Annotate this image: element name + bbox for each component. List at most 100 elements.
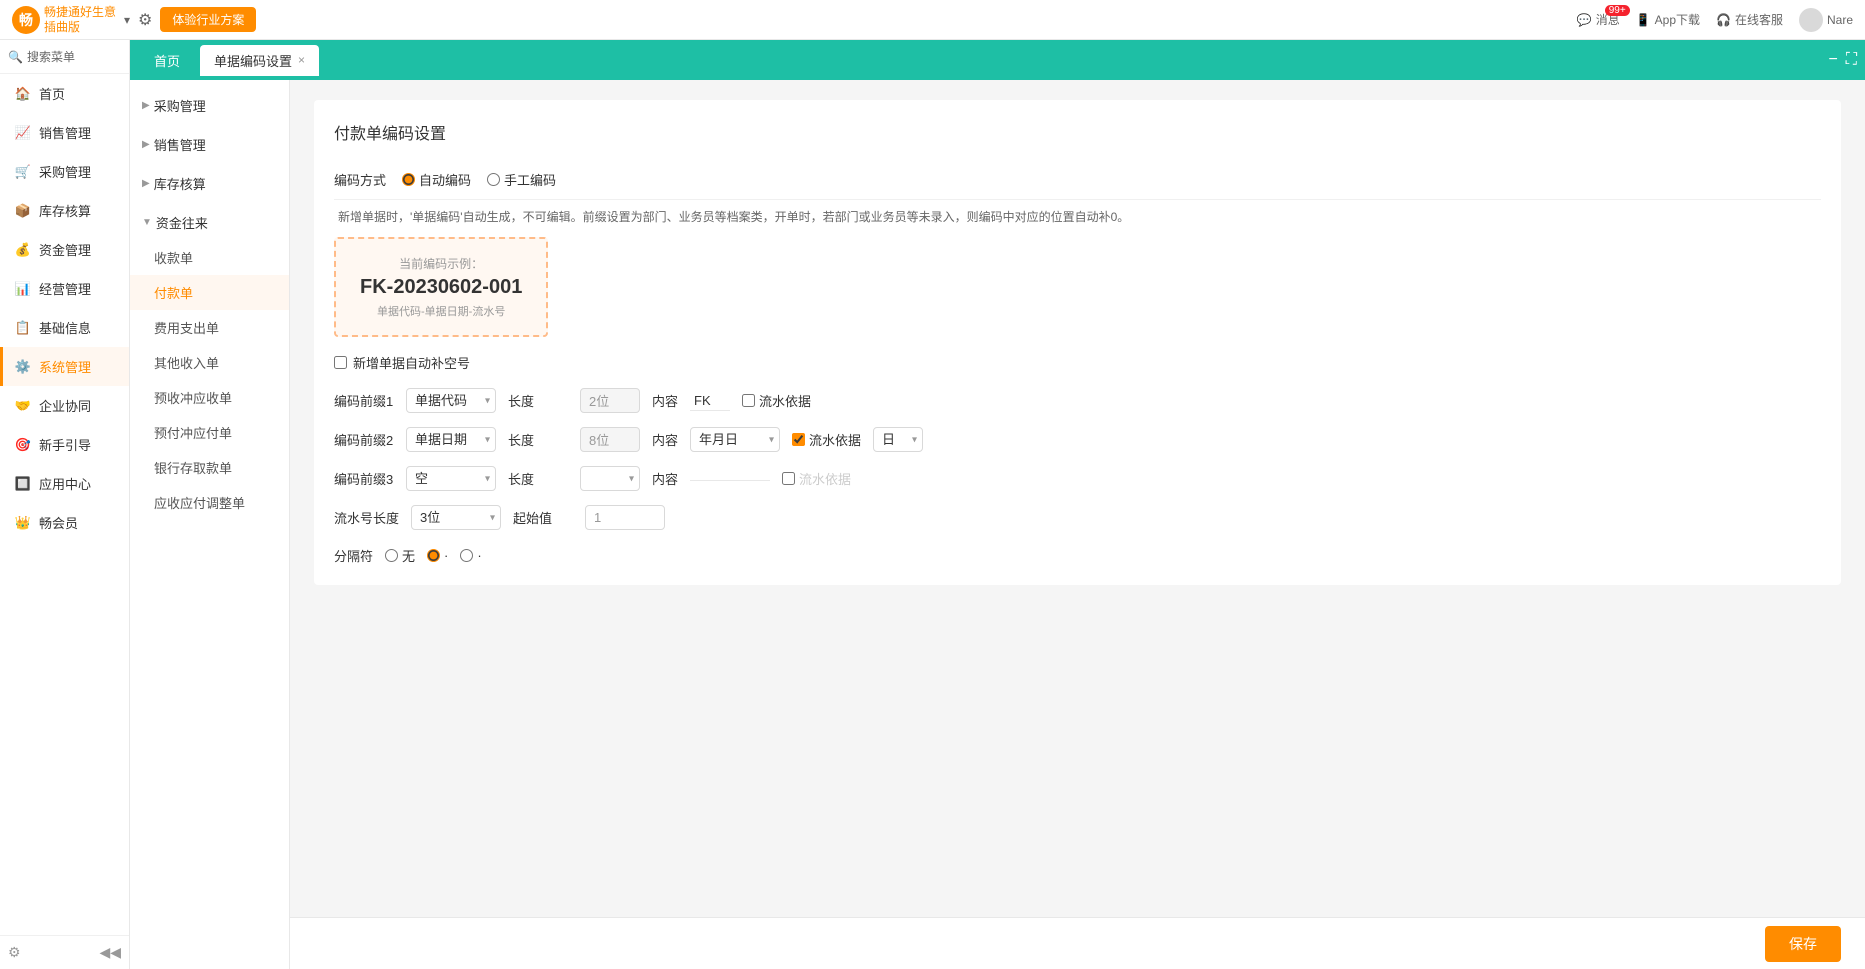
manual-code-radio-label[interactable]: 手工编码	[487, 170, 556, 189]
sidebar-item-member[interactable]: 👑 畅会员	[0, 503, 129, 542]
group-purchase: ▶ 采购管理	[130, 88, 289, 123]
sidebar-item-apps[interactable]: 🔲 应用中心	[0, 464, 129, 503]
experience-btn[interactable]: 体验行业方案	[160, 7, 256, 32]
prefix-1-select[interactable]: 单据代码	[406, 388, 496, 413]
save-button[interactable]: 保存	[1765, 926, 1841, 962]
purchase-icon: 🛒	[15, 164, 31, 180]
top-bar-left: 畅 畅捷通好生意 插曲版 ▾ ⚙ 体验行业方案	[12, 5, 256, 34]
auto-fill-checkbox[interactable]	[334, 356, 347, 369]
basic-icon: 📋	[15, 320, 31, 336]
stream-1-checkbox[interactable]	[742, 394, 755, 407]
system-icon: ⚙️	[15, 359, 31, 375]
prefix-row-3: 编码前缀3 空 长度	[334, 466, 1821, 491]
content-2-select-wrapper: 年月日	[690, 427, 780, 452]
group-capital-header[interactable]: ▼ 资金往来	[130, 205, 289, 240]
sidebar-item-sales[interactable]: 📈 销售管理	[0, 113, 129, 152]
chevron-right-icon: ▶	[142, 178, 150, 189]
separator-none-radio[interactable]	[385, 549, 398, 562]
sidebar-item-enterprise[interactable]: 🤝 企业协同	[0, 386, 129, 425]
group-capital: ▼ 资金往来 收款单 付款单 费用支出单 其他收入单 预收冲应收单 预付冲应付单…	[130, 205, 289, 520]
stream-3-checkbox-label[interactable]: 流水依据	[782, 469, 851, 488]
serial-length-select[interactable]: 3位	[411, 505, 501, 530]
second-sidebar-item-bank[interactable]: 银行存取款单	[130, 450, 289, 485]
newguide-icon: 🎯	[15, 437, 31, 453]
sidebar-item-purchase[interactable]: 🛒 采购管理	[0, 152, 129, 191]
group-inventory-header[interactable]: ▶ 库存核算	[130, 166, 289, 201]
content-2-select[interactable]: 年月日	[690, 427, 780, 452]
second-sidebar-item-receipt[interactable]: 收款单	[130, 240, 289, 275]
logo-area: 畅 畅捷通好生意 插曲版	[12, 5, 116, 34]
stream-3-checkbox[interactable]	[782, 472, 795, 485]
preview-box: 当前编码示例： FK-20230602-001 单据代码-单据日期-流水号	[334, 237, 548, 337]
avatar	[1799, 8, 1823, 32]
top-bar-right: 💬 消息 99+ 📱 App下载 🎧 在线客服 Nare	[1577, 8, 1853, 32]
start-value-input[interactable]	[585, 505, 665, 530]
left-sidebar: 🔍 搜索菜单 🏠 首页 📈 销售管理 🛒 采购管理 📦 库存核算 💰	[0, 40, 130, 969]
sidebar-item-home[interactable]: 🏠 首页	[0, 74, 129, 113]
separator-dot-label[interactable]: ·	[427, 548, 448, 563]
second-sidebar-item-expense[interactable]: 费用支出单	[130, 310, 289, 345]
top-bar: 畅 畅捷通好生意 插曲版 ▾ ⚙ 体验行业方案 💬 消息 99+ 📱 App下载…	[0, 0, 1865, 40]
collapse-btn[interactable]: ◀◀	[99, 944, 121, 961]
tab-maximize-btn[interactable]: ⛶	[1846, 51, 1857, 69]
length-3-select[interactable]	[580, 466, 640, 491]
serial-length-select-wrapper: 3位	[411, 505, 501, 530]
second-sidebar-item-advance-pay[interactable]: 预付冲应付单	[130, 415, 289, 450]
page-title: 付款单编码设置	[334, 120, 1821, 144]
content-3-value	[690, 476, 770, 481]
auto-code-radio[interactable]	[402, 173, 415, 186]
auto-fill-row: 新增单据自动补空号	[334, 353, 1821, 372]
content-panel: 付款单编码设置 编码方式 自动编码 手工编码	[314, 100, 1841, 585]
separator-row: 分隔符 无 ·	[334, 546, 1821, 565]
stream-1-checkbox-label[interactable]: 流水依据	[742, 391, 811, 410]
sidebar-item-basic[interactable]: 📋 基础信息	[0, 308, 129, 347]
second-sidebar-item-ar-ap[interactable]: 应收应付调整单	[130, 485, 289, 520]
separator-options: 无 · ·	[385, 546, 482, 565]
content-3-label: 内容	[652, 469, 678, 488]
tab-bar-actions: − ⛶	[1828, 51, 1857, 69]
second-sidebar-item-payment[interactable]: 付款单	[130, 275, 289, 310]
prefix-3-select[interactable]: 空	[406, 466, 496, 491]
settings-bottom-btn[interactable]: ⚙	[8, 944, 21, 961]
tab-active[interactable]: 单据编码设置 ×	[200, 45, 319, 76]
separator-dot2-label[interactable]: ·	[460, 548, 481, 563]
search-menu[interactable]: 🔍 搜索菜单	[0, 40, 129, 74]
group-sales-header[interactable]: ▶ 销售管理	[130, 127, 289, 162]
sidebar-bottom: ⚙ ◀◀	[0, 935, 129, 969]
separator-label: 分隔符	[334, 546, 373, 565]
chevron-down-btn[interactable]: ▾	[124, 13, 130, 27]
manual-code-radio[interactable]	[487, 173, 500, 186]
online-service-btn[interactable]: 🎧 在线客服	[1716, 11, 1783, 28]
separator-dot2-radio[interactable]	[460, 549, 473, 562]
tab-home[interactable]: 首页	[138, 45, 196, 76]
tab-minimize-btn[interactable]: −	[1828, 51, 1837, 69]
settings-icon-btn[interactable]: ⚙	[138, 10, 152, 30]
sidebar-item-newguide[interactable]: 🎯 新手引导	[0, 425, 129, 464]
sales-icon: 📈	[15, 125, 31, 141]
sidebar-item-system[interactable]: ⚙️ 系统管理	[0, 347, 129, 386]
preview-code: FK-20230602-001	[360, 276, 522, 299]
stream-2-unit-select[interactable]: 日	[873, 427, 923, 452]
message-btn[interactable]: 💬 消息 99+	[1577, 11, 1620, 28]
prefix-2-select[interactable]: 单据日期	[406, 427, 496, 452]
user-area[interactable]: Nare	[1799, 8, 1853, 32]
second-sidebar-item-other-income[interactable]: 其他收入单	[130, 345, 289, 380]
sidebar-item-operations[interactable]: 📊 经营管理	[0, 269, 129, 308]
stream-2-checkbox-label[interactable]: 流水依据	[792, 430, 861, 449]
sidebar-item-inventory[interactable]: 📦 库存核算	[0, 191, 129, 230]
length-3-select-wrapper	[580, 466, 640, 491]
sidebar-nav: 🏠 首页 📈 销售管理 🛒 采购管理 📦 库存核算 💰 资金管理 📊 经	[0, 74, 129, 935]
second-sidebar-item-advance-recv[interactable]: 预收冲应收单	[130, 380, 289, 415]
app-download-btn[interactable]: 📱 App下载	[1636, 11, 1700, 28]
separator-none-label[interactable]: 无	[385, 546, 415, 565]
preview-sub: 单据代码-单据日期-流水号	[360, 303, 522, 319]
auto-code-radio-label[interactable]: 自动编码	[402, 170, 471, 189]
separator-dot-radio[interactable]	[427, 549, 440, 562]
encoding-method-label: 编码方式	[334, 170, 386, 189]
finance-icon: 💰	[15, 242, 31, 258]
tab-close-btn[interactable]: ×	[298, 54, 305, 66]
sidebar-item-finance[interactable]: 💰 资金管理	[0, 230, 129, 269]
stream-2-checkbox[interactable]	[792, 433, 805, 446]
content-1-value: FK	[690, 391, 730, 411]
group-purchase-header[interactable]: ▶ 采购管理	[130, 88, 289, 123]
